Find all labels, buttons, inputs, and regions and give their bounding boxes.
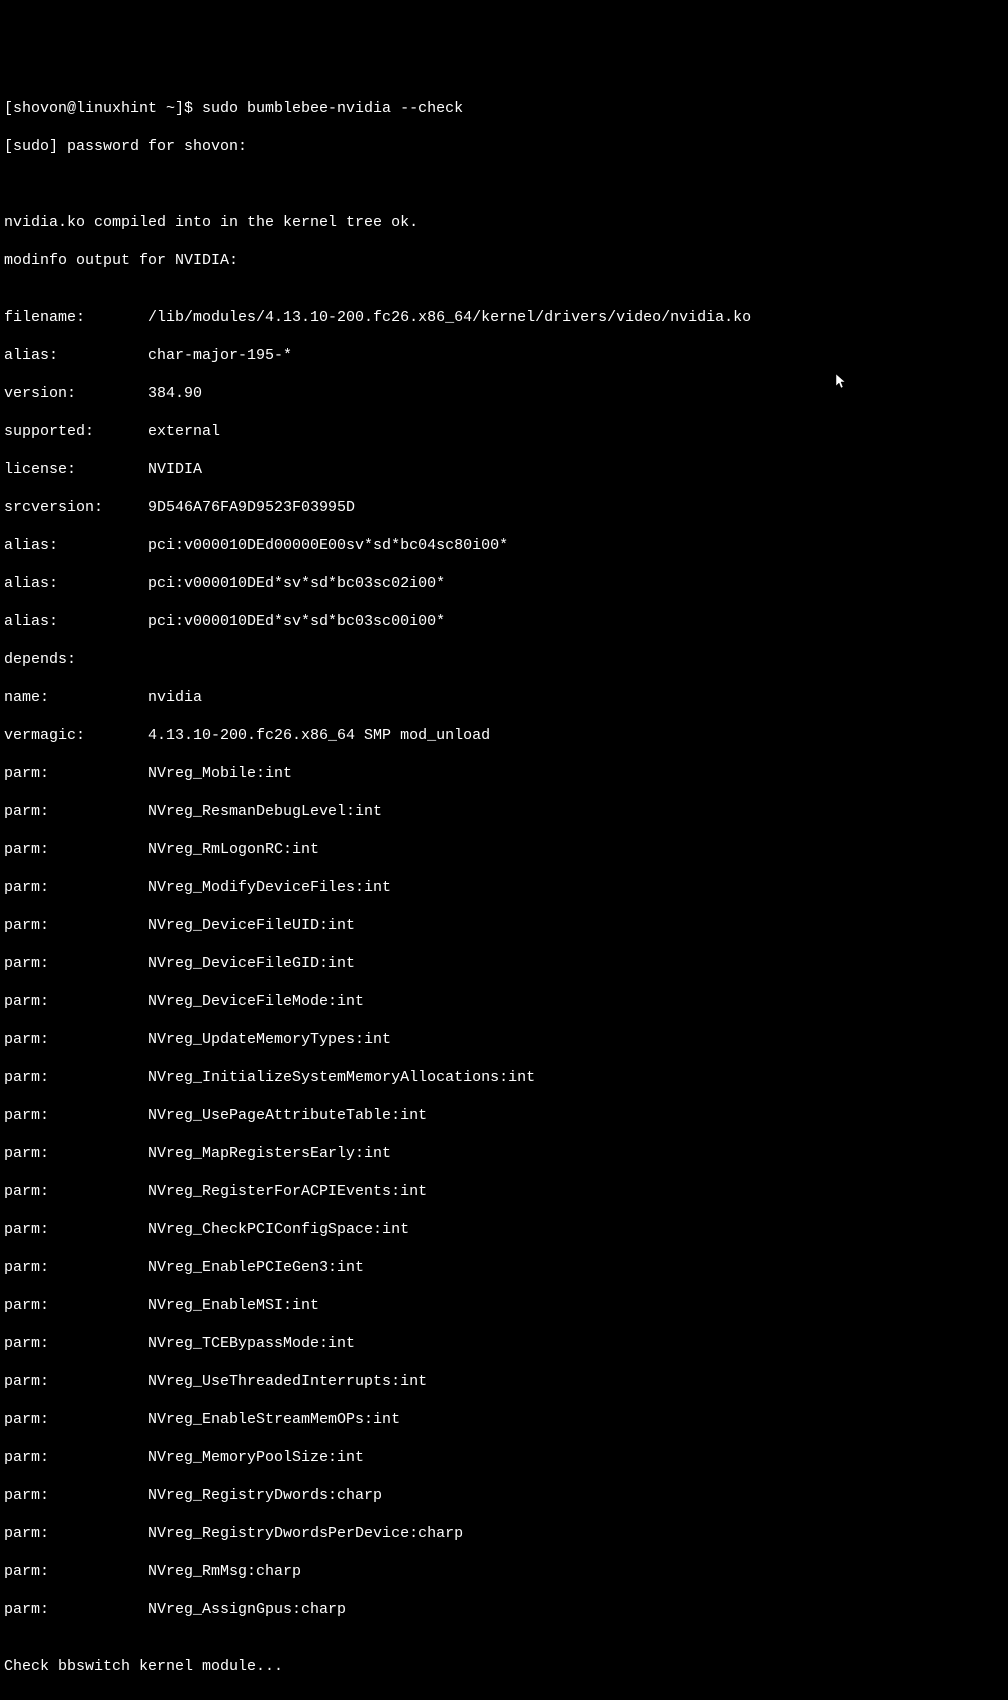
parm-line: parm: NVreg_RegisterForACPIEvents:int: [4, 1182, 1004, 1201]
name-line: name: nvidia: [4, 688, 1004, 707]
sudo-password-line: [sudo] password for shovon:: [4, 137, 1004, 156]
parm-line: parm: NVreg_EnableStreamMemOPs:int: [4, 1410, 1004, 1429]
parm-line: parm: NVreg_UpdateMemoryTypes:int: [4, 1030, 1004, 1049]
parm-line: parm: NVreg_EnablePCIeGen3:int: [4, 1258, 1004, 1277]
parm-line: parm: NVreg_DeviceFileUID:int: [4, 916, 1004, 935]
depends-line: depends:: [4, 650, 1004, 669]
check-bbswitch-line: Check bbswitch kernel module...: [4, 1657, 1004, 1676]
supported-line: supported: external: [4, 422, 1004, 441]
alias-line: alias: char-major-195-*: [4, 346, 1004, 365]
srcversion-line: srcversion: 9D546A76FA9D9523F03995D: [4, 498, 1004, 517]
version-line: version: 384.90: [4, 384, 1004, 403]
alias-line: alias: pci:v000010DEd*sv*sd*bc03sc00i00*: [4, 612, 1004, 631]
alias-line: alias: pci:v000010DEd00000E00sv*sd*bc04s…: [4, 536, 1004, 555]
prompt-command-line: [shovon@linuxhint ~]$ sudo bumblebee-nvi…: [4, 99, 1004, 118]
parm-line: parm: NVreg_AssignGpus:charp: [4, 1600, 1004, 1619]
parm-line: parm: NVreg_RegistryDwords:charp: [4, 1486, 1004, 1505]
parm-line: parm: NVreg_RegistryDwordsPerDevice:char…: [4, 1524, 1004, 1543]
parm-line: parm: NVreg_MemoryPoolSize:int: [4, 1448, 1004, 1467]
parm-line: parm: NVreg_ResmanDebugLevel:int: [4, 802, 1004, 821]
compile-status-line: nvidia.ko compiled into in the kernel tr…: [4, 213, 1004, 232]
parm-line: parm: NVreg_DeviceFileGID:int: [4, 954, 1004, 973]
parm-line: parm: NVreg_UseThreadedInterrupts:int: [4, 1372, 1004, 1391]
parm-line: parm: NVreg_Mobile:int: [4, 764, 1004, 783]
parm-line: parm: NVreg_RmMsg:charp: [4, 1562, 1004, 1581]
vermagic-line: vermagic: 4.13.10-200.fc26.x86_64 SMP mo…: [4, 726, 1004, 745]
parm-line: parm: NVreg_DeviceFileMode:int: [4, 992, 1004, 1011]
parm-line: parm: NVreg_InitializeSystemMemoryAlloca…: [4, 1068, 1004, 1087]
parm-line: parm: NVreg_UsePageAttributeTable:int: [4, 1106, 1004, 1125]
parm-line: parm: NVreg_CheckPCIConfigSpace:int: [4, 1220, 1004, 1239]
modinfo-header-line: modinfo output for NVIDIA:: [4, 251, 1004, 270]
alias-line: alias: pci:v000010DEd*sv*sd*bc03sc02i00*: [4, 574, 1004, 593]
parm-line: parm: NVreg_MapRegistersEarly:int: [4, 1144, 1004, 1163]
terminal-output[interactable]: [shovon@linuxhint ~]$ sudo bumblebee-nvi…: [4, 80, 1004, 1695]
parm-line: parm: NVreg_TCEBypassMode:int: [4, 1334, 1004, 1353]
parm-line: parm: NVreg_ModifyDeviceFiles:int: [4, 878, 1004, 897]
parm-line: parm: NVreg_EnableMSI:int: [4, 1296, 1004, 1315]
filename-line: filename: /lib/modules/4.13.10-200.fc26.…: [4, 308, 1004, 327]
license-line: license: NVIDIA: [4, 460, 1004, 479]
